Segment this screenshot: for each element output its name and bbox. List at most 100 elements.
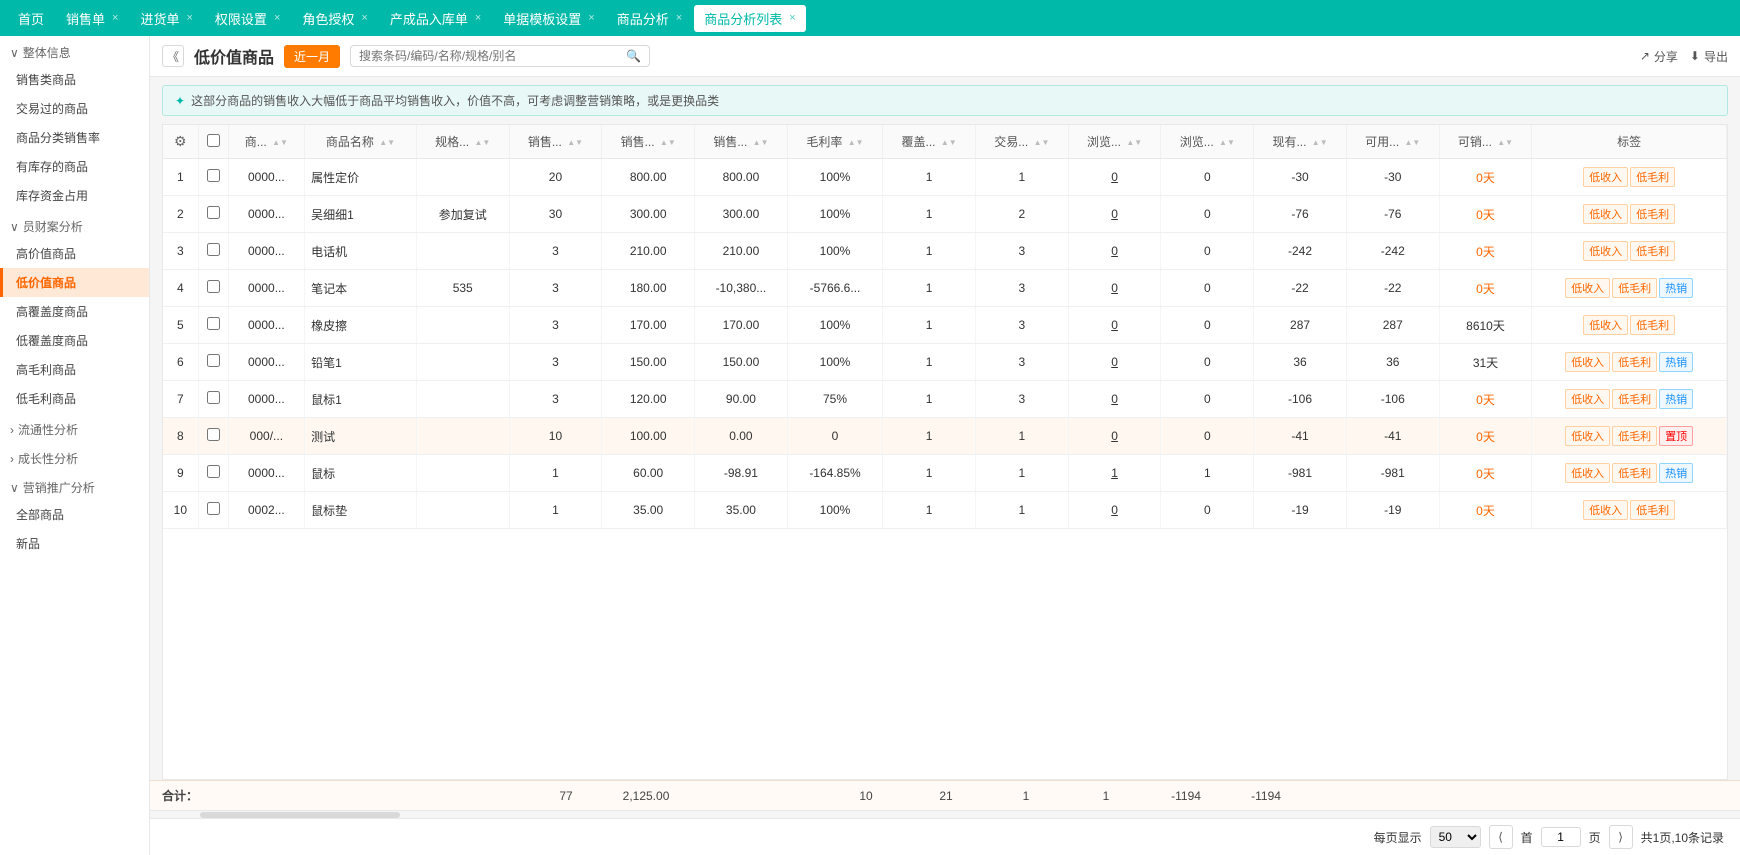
nav-home[interactable]: 首页 — [8, 5, 54, 32]
sidebar-item-low-value[interactable]: 低价值商品 — [0, 268, 149, 297]
col-browse2[interactable]: 浏览... ▲▼ — [1161, 125, 1254, 159]
nav-product-storage[interactable]: 产成品入库单 × — [380, 5, 491, 32]
nav-sales[interactable]: 销售单 × — [56, 5, 128, 32]
row-checkbox-1[interactable] — [207, 206, 220, 219]
col-coverage[interactable]: 覆盖... ▲▼ — [883, 125, 976, 159]
cell-checkbox[interactable] — [198, 455, 228, 492]
col-transaction[interactable]: 交易... ▲▼ — [975, 125, 1068, 159]
sidebar-item-traded-goods[interactable]: 交易过的商品 — [0, 94, 149, 123]
sidebar-item-new-goods[interactable]: 新品 — [0, 529, 149, 558]
cell-checkbox[interactable] — [198, 344, 228, 381]
sidebar-item-all-goods[interactable]: 全部商品 — [0, 500, 149, 529]
nav-purchase-close[interactable]: × — [186, 12, 192, 24]
cell-browse1[interactable]: 0 — [1068, 307, 1161, 344]
row-checkbox-5[interactable] — [207, 354, 220, 367]
sidebar-item-low-margin[interactable]: 低毛利商品 — [0, 384, 149, 413]
col-sale1[interactable]: 销售... ▲▼ — [509, 125, 602, 159]
cell-checkbox[interactable] — [198, 270, 228, 307]
nav-template-close[interactable]: × — [588, 12, 594, 24]
browse-link[interactable]: 0 — [1111, 170, 1118, 184]
cell-browse1[interactable]: 0 — [1068, 196, 1161, 233]
col-spec[interactable]: 规格... ▲▼ — [416, 125, 509, 159]
row-checkbox-6[interactable] — [207, 391, 220, 404]
scrollbar-thumb[interactable] — [200, 812, 400, 818]
sidebar-group-overall[interactable]: ∨ 整体信息 — [0, 36, 149, 65]
column-settings-icon[interactable]: ⚙ — [174, 133, 187, 149]
browse-link[interactable]: 0 — [1111, 207, 1118, 221]
col-saleable[interactable]: 可销... ▲▼ — [1439, 125, 1532, 159]
row-checkbox-4[interactable] — [207, 317, 220, 330]
row-checkbox-3[interactable] — [207, 280, 220, 293]
cell-checkbox[interactable] — [198, 492, 228, 529]
row-checkbox-2[interactable] — [207, 243, 220, 256]
time-filter-button[interactable]: 近一月 — [284, 45, 340, 68]
col-sale3[interactable]: 销售... ▲▼ — [695, 125, 788, 159]
first-page-button[interactable]: ⟨ — [1489, 825, 1513, 849]
cell-browse1[interactable]: 1 — [1068, 455, 1161, 492]
nav-permissions[interactable]: 权限设置 × — [205, 5, 290, 32]
cell-browse1[interactable]: 0 — [1068, 492, 1161, 529]
nav-template[interactable]: 单据模板设置 × — [493, 5, 604, 32]
cell-checkbox[interactable] — [198, 159, 228, 196]
col-current[interactable]: 现有... ▲▼ — [1254, 125, 1347, 159]
nav-sales-close[interactable]: × — [112, 12, 118, 24]
share-button[interactable]: ↗ 分享 — [1640, 48, 1678, 65]
browse-link[interactable]: 0 — [1111, 355, 1118, 369]
cell-checkbox[interactable] — [198, 196, 228, 233]
cell-checkbox[interactable] — [198, 418, 228, 455]
nav-product-storage-close[interactable]: × — [475, 12, 481, 24]
col-available[interactable]: 可用... ▲▼ — [1346, 125, 1439, 159]
browse-link[interactable]: 0 — [1111, 503, 1118, 517]
sidebar-item-stock-funds[interactable]: 库存资金占用 — [0, 181, 149, 210]
sidebar-group-circulation[interactable]: › 流通性分析 — [0, 413, 149, 442]
browse-link[interactable]: 1 — [1111, 466, 1118, 480]
sidebar-item-high-coverage[interactable]: 高覆盖度商品 — [0, 297, 149, 326]
row-checkbox-8[interactable] — [207, 465, 220, 478]
nav-roles[interactable]: 角色授权 × — [292, 5, 377, 32]
row-checkbox-0[interactable] — [207, 169, 220, 182]
nav-analysis[interactable]: 商品分析 × — [607, 5, 692, 32]
cell-checkbox[interactable] — [198, 381, 228, 418]
nav-analysis-list[interactable]: 商品分析列表 × — [694, 5, 805, 32]
collapse-sidebar-button[interactable]: 《 — [162, 45, 184, 67]
col-browse1[interactable]: 浏览... ▲▼ — [1068, 125, 1161, 159]
col-gear[interactable]: ⚙ — [163, 125, 198, 159]
browse-link[interactable]: 0 — [1111, 244, 1118, 258]
cell-browse1[interactable]: 0 — [1068, 418, 1161, 455]
data-table-container[interactable]: ⚙ 商... ▲▼ 商品名称 ▲▼ 规格... ▲▼ 销售... ▲▼ 销售..… — [162, 124, 1728, 780]
sidebar-item-stock-goods[interactable]: 有库存的商品 — [0, 152, 149, 181]
search-icon[interactable]: 🔍 — [626, 49, 641, 63]
nav-permissions-close[interactable]: × — [274, 12, 280, 24]
search-input[interactable] — [359, 49, 620, 63]
cell-browse1[interactable]: 0 — [1068, 233, 1161, 270]
nav-roles-close[interactable]: × — [361, 12, 367, 24]
select-all-checkbox[interactable] — [207, 134, 220, 147]
row-checkbox-9[interactable] — [207, 502, 220, 515]
export-button[interactable]: ⬇ 导出 — [1690, 48, 1728, 65]
cell-browse1[interactable]: 0 — [1068, 381, 1161, 418]
next-page-button[interactable]: ⟩ — [1609, 825, 1633, 849]
horizontal-scrollbar[interactable] — [150, 810, 1740, 818]
nav-analysis-list-close[interactable]: × — [789, 12, 795, 24]
col-sale2[interactable]: 销售... ▲▼ — [602, 125, 695, 159]
browse-link[interactable]: 0 — [1111, 392, 1118, 406]
sidebar-item-high-margin[interactable]: 高毛利商品 — [0, 355, 149, 384]
nav-analysis-close[interactable]: × — [676, 12, 682, 24]
col-name[interactable]: 商品名称 ▲▼ — [305, 125, 417, 159]
browse-link[interactable]: 0 — [1111, 281, 1118, 295]
sidebar-group-marketing[interactable]: ∨ 营销推广分析 — [0, 471, 149, 500]
cell-checkbox[interactable] — [198, 233, 228, 270]
browse-link[interactable]: 0 — [1111, 429, 1118, 443]
cell-checkbox[interactable] — [198, 307, 228, 344]
sidebar-item-high-value[interactable]: 高价值商品 — [0, 239, 149, 268]
cell-browse1[interactable]: 0 — [1068, 344, 1161, 381]
nav-purchase[interactable]: 进货单 × — [130, 5, 202, 32]
col-margin[interactable]: 毛利率 ▲▼ — [787, 125, 882, 159]
col-code[interactable]: 商... ▲▼ — [228, 125, 304, 159]
sidebar-item-sales-goods[interactable]: 销售类商品 — [0, 65, 149, 94]
cell-browse1[interactable]: 0 — [1068, 159, 1161, 196]
sidebar-group-finance[interactable]: ∨ 员财案分析 — [0, 210, 149, 239]
sidebar-item-low-coverage[interactable]: 低覆盖度商品 — [0, 326, 149, 355]
page-number-input[interactable] — [1541, 827, 1581, 847]
row-checkbox-7[interactable] — [207, 428, 220, 441]
